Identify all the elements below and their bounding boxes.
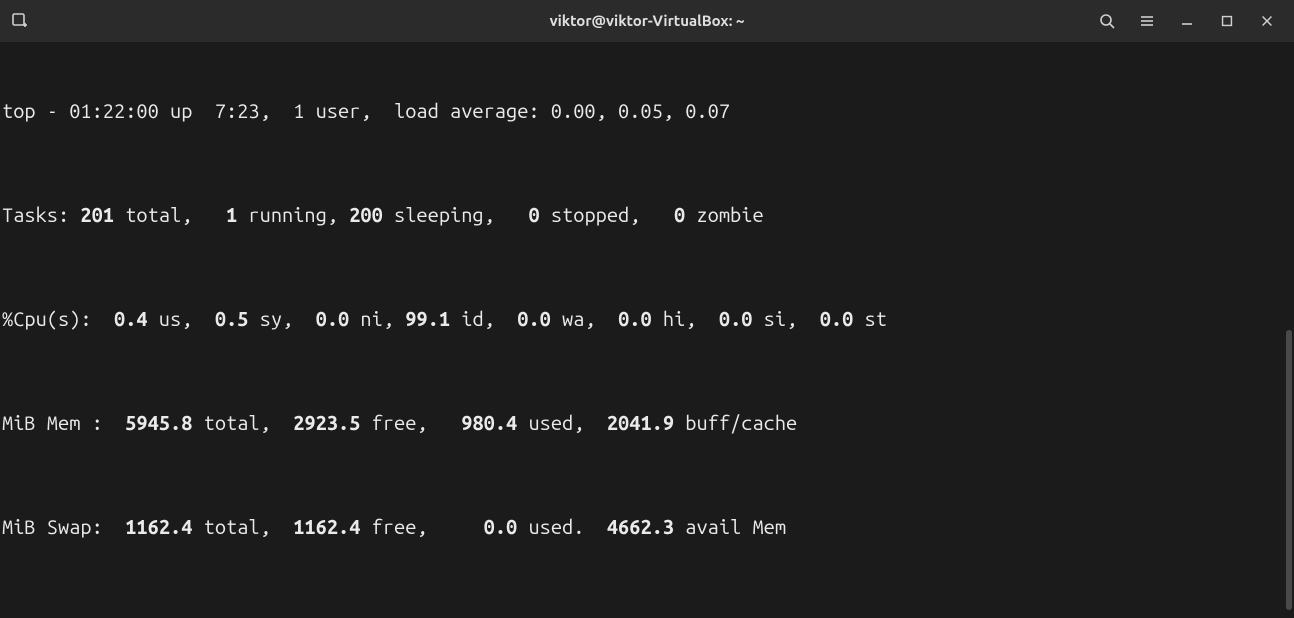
mem-used: 980.4 bbox=[461, 411, 517, 434]
tasks-stopped: 0 bbox=[528, 203, 539, 226]
cpu-st: 0.0 bbox=[820, 307, 854, 330]
cpu-wa: 0.0 bbox=[517, 307, 551, 330]
titlebar: viktor@viktor-VirtualBox: ~ bbox=[0, 0, 1294, 42]
search-button[interactable] bbox=[1094, 8, 1120, 34]
titlebar-right-controls bbox=[1094, 8, 1294, 34]
new-tab-button[interactable] bbox=[0, 0, 40, 42]
swap-free: 1162.4 bbox=[293, 515, 360, 538]
top-mem-line: MiB Mem : 5945.8 total, 2923.5 free, 980… bbox=[2, 410, 1294, 436]
search-icon bbox=[1098, 12, 1116, 30]
maximize-button[interactable] bbox=[1214, 8, 1240, 34]
cpu-si: 0.0 bbox=[719, 307, 753, 330]
cpu-ni: 0.0 bbox=[316, 307, 350, 330]
new-tab-icon bbox=[11, 12, 29, 30]
cpu-id: 99.1 bbox=[405, 307, 450, 330]
tasks-running: 1 bbox=[226, 203, 237, 226]
swap-avail: 4662.3 bbox=[607, 515, 674, 538]
cpu-hi: 0.0 bbox=[618, 307, 652, 330]
mem-total: 5945.8 bbox=[125, 411, 192, 434]
tasks-zombie: 0 bbox=[674, 203, 685, 226]
tasks-sleeping: 200 bbox=[349, 203, 383, 226]
menu-button[interactable] bbox=[1134, 8, 1160, 34]
top-summary-line: top - 01:22:00 up 7:23, 1 user, load ave… bbox=[2, 98, 1294, 124]
swap-total: 1162.4 bbox=[125, 515, 192, 538]
mem-buffcache: 2041.9 bbox=[607, 411, 674, 434]
minimize-button[interactable] bbox=[1174, 8, 1200, 34]
cpu-sy: 0.5 bbox=[215, 307, 249, 330]
swap-label: MiB Swap: bbox=[2, 515, 103, 538]
mem-label: MiB Mem : bbox=[2, 411, 103, 434]
terminal-output[interactable]: top - 01:22:00 up 7:23, 1 user, load ave… bbox=[0, 42, 1294, 618]
swap-used: 0.0 bbox=[484, 515, 518, 538]
top-cpu-line: %Cpu(s): 0.4 us, 0.5 sy, 0.0 ni, 99.1 id… bbox=[2, 306, 1294, 332]
tasks-total: 201 bbox=[80, 203, 114, 226]
mem-free: 2923.5 bbox=[293, 411, 360, 434]
maximize-icon bbox=[1219, 13, 1235, 29]
close-button[interactable] bbox=[1254, 8, 1280, 34]
top-swap-line: MiB Swap: 1162.4 total, 1162.4 free, 0.0… bbox=[2, 514, 1294, 540]
cpu-us: 0.4 bbox=[114, 307, 148, 330]
close-icon bbox=[1259, 13, 1275, 29]
top-tasks-line: Tasks: 201 total, 1 running, 200 sleepin… bbox=[2, 202, 1294, 228]
scrollbar[interactable] bbox=[1286, 330, 1292, 610]
hamburger-icon bbox=[1138, 12, 1156, 30]
minimize-icon bbox=[1178, 12, 1196, 30]
